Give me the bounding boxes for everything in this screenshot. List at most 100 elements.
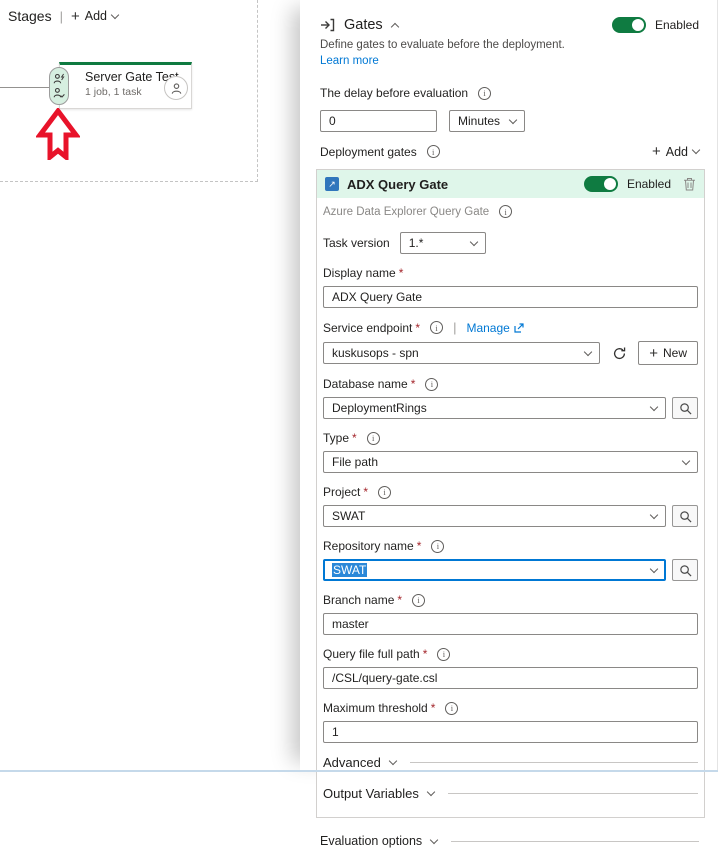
display-name-label-row: Display name * xyxy=(323,266,698,280)
info-icon[interactable]: i xyxy=(425,378,438,391)
gates-enabled-label: Enabled xyxy=(655,18,699,32)
repository-name-control-row: SWAT xyxy=(323,559,698,581)
project-search-button[interactable] xyxy=(672,505,698,527)
repository-name-combobox[interactable]: SWAT xyxy=(323,559,666,581)
delay-unit-select[interactable]: Minutes xyxy=(449,110,525,132)
info-icon[interactable]: i xyxy=(445,702,458,715)
stage-card[interactable]: Server Gate Test 1 job, 1 task xyxy=(59,62,192,109)
gate-enabled-label: Enabled xyxy=(627,177,671,191)
database-search-button[interactable] xyxy=(672,397,698,419)
info-icon[interactable]: i xyxy=(430,321,443,334)
plus-icon: + xyxy=(649,346,658,361)
advanced-section-toggle[interactable]: Advanced xyxy=(323,755,698,770)
gates-panel-header: Gates Enabled xyxy=(320,17,699,33)
branch-name-input[interactable] xyxy=(323,613,698,635)
label-divider: | xyxy=(453,320,456,335)
delete-gate-button[interactable] xyxy=(683,177,696,191)
stages-canvas: Stages | + Add Server Gate Test 1 job, 1… xyxy=(0,0,300,770)
database-name-label-row: Database name * i xyxy=(323,377,698,391)
refresh-button[interactable] xyxy=(606,341,632,365)
chevron-down-icon xyxy=(427,788,435,796)
project-combobox[interactable]: SWAT xyxy=(323,505,666,527)
service-endpoint-combobox[interactable]: kuskusops - spn xyxy=(323,342,600,364)
type-label-row: Type * i xyxy=(323,431,698,445)
required-marker: * xyxy=(399,266,404,280)
required-marker: * xyxy=(411,377,416,391)
chevron-down-icon xyxy=(650,564,658,572)
gate-enabled-toggle[interactable] xyxy=(584,176,618,192)
chevron-down-icon xyxy=(111,10,119,18)
info-icon[interactable]: i xyxy=(427,145,440,158)
required-marker: * xyxy=(363,485,368,499)
new-button-label: New xyxy=(663,346,687,360)
gate-subtitle-row: Azure Data Explorer Query Gate i xyxy=(323,205,698,218)
add-gate-button[interactable]: + Add xyxy=(652,144,699,159)
section-divider xyxy=(448,793,698,794)
task-version-row: Task version 1.* xyxy=(323,232,698,254)
task-version-label: Task version xyxy=(323,236,390,250)
query-file-label: Query file full path xyxy=(323,647,420,661)
manage-link[interactable]: Manage xyxy=(466,321,523,335)
project-control-row: SWAT xyxy=(323,505,698,527)
chevron-down-icon xyxy=(650,510,658,518)
trash-icon xyxy=(683,177,696,191)
external-link-icon xyxy=(514,323,524,333)
project-value: SWAT xyxy=(332,509,365,523)
gates-panel: Gates Enabled Define gates to evaluate b… xyxy=(300,0,718,770)
required-marker: * xyxy=(417,539,422,553)
type-label: Type xyxy=(323,431,349,445)
task-version-select[interactable]: 1.* xyxy=(400,232,486,254)
add-stage-button[interactable]: + Add xyxy=(71,9,118,24)
annotation-arrow-icon xyxy=(36,108,80,160)
info-icon[interactable]: i xyxy=(378,486,391,499)
info-icon[interactable]: i xyxy=(437,648,450,661)
database-name-combobox[interactable]: DeploymentRings xyxy=(323,397,666,419)
learn-more-link[interactable]: Learn more xyxy=(320,55,379,67)
search-icon xyxy=(679,510,692,523)
type-combobox[interactable]: File path xyxy=(323,451,698,473)
type-value: File path xyxy=(332,455,378,469)
add-stage-label: Add xyxy=(85,9,107,23)
delay-label: The delay before evaluation xyxy=(320,86,468,100)
database-name-value: DeploymentRings xyxy=(332,401,427,415)
display-name-input[interactable] xyxy=(323,286,698,308)
post-deployment-conditions-button[interactable] xyxy=(164,76,188,100)
new-service-endpoint-button[interactable]: + New xyxy=(638,341,698,365)
pre-deployment-conditions-button[interactable] xyxy=(49,67,69,105)
service-endpoint-label: Service endpoint xyxy=(323,321,412,335)
info-icon[interactable]: i xyxy=(478,87,491,100)
required-marker: * xyxy=(423,647,428,661)
repository-name-value: SWAT xyxy=(332,563,367,577)
stages-title: Stages xyxy=(8,8,52,24)
delay-value-input[interactable] xyxy=(320,110,437,132)
output-variables-section-toggle[interactable]: Output Variables xyxy=(323,786,698,801)
info-icon[interactable]: i xyxy=(412,594,425,607)
query-file-input[interactable] xyxy=(323,667,698,689)
repository-search-button[interactable] xyxy=(672,559,698,581)
branch-name-label: Branch name xyxy=(323,593,394,607)
gates-enabled-toggle[interactable] xyxy=(612,17,646,33)
service-endpoint-value: kuskusops - spn xyxy=(332,346,419,360)
maximum-threshold-input[interactable] xyxy=(323,721,698,743)
chevron-down-icon xyxy=(692,146,700,154)
project-label-row: Project * i xyxy=(323,485,698,499)
gates-panel-title: Gates xyxy=(344,17,383,33)
manage-link-label: Manage xyxy=(466,321,509,335)
required-marker: * xyxy=(397,593,402,607)
maximum-threshold-label: Maximum threshold xyxy=(323,701,428,715)
output-variables-label: Output Variables xyxy=(323,786,419,801)
stages-header: Stages | + Add xyxy=(8,8,118,24)
evaluation-options-section-toggle[interactable]: Evaluation options xyxy=(320,834,699,848)
collapse-chevron-icon[interactable] xyxy=(390,22,398,30)
refresh-icon xyxy=(612,346,627,361)
info-icon[interactable]: i xyxy=(499,205,512,218)
info-icon[interactable]: i xyxy=(431,540,444,553)
automated-approval-icon xyxy=(53,73,65,85)
gate-subtitle: Azure Data Explorer Query Gate xyxy=(323,206,489,218)
task-version-value: 1.* xyxy=(409,236,424,250)
gate-title: ADX Query Gate xyxy=(347,177,448,192)
stages-divider: | xyxy=(60,9,63,24)
chevron-down-icon xyxy=(469,237,477,245)
advanced-label: Advanced xyxy=(323,755,381,770)
info-icon[interactable]: i xyxy=(367,432,380,445)
